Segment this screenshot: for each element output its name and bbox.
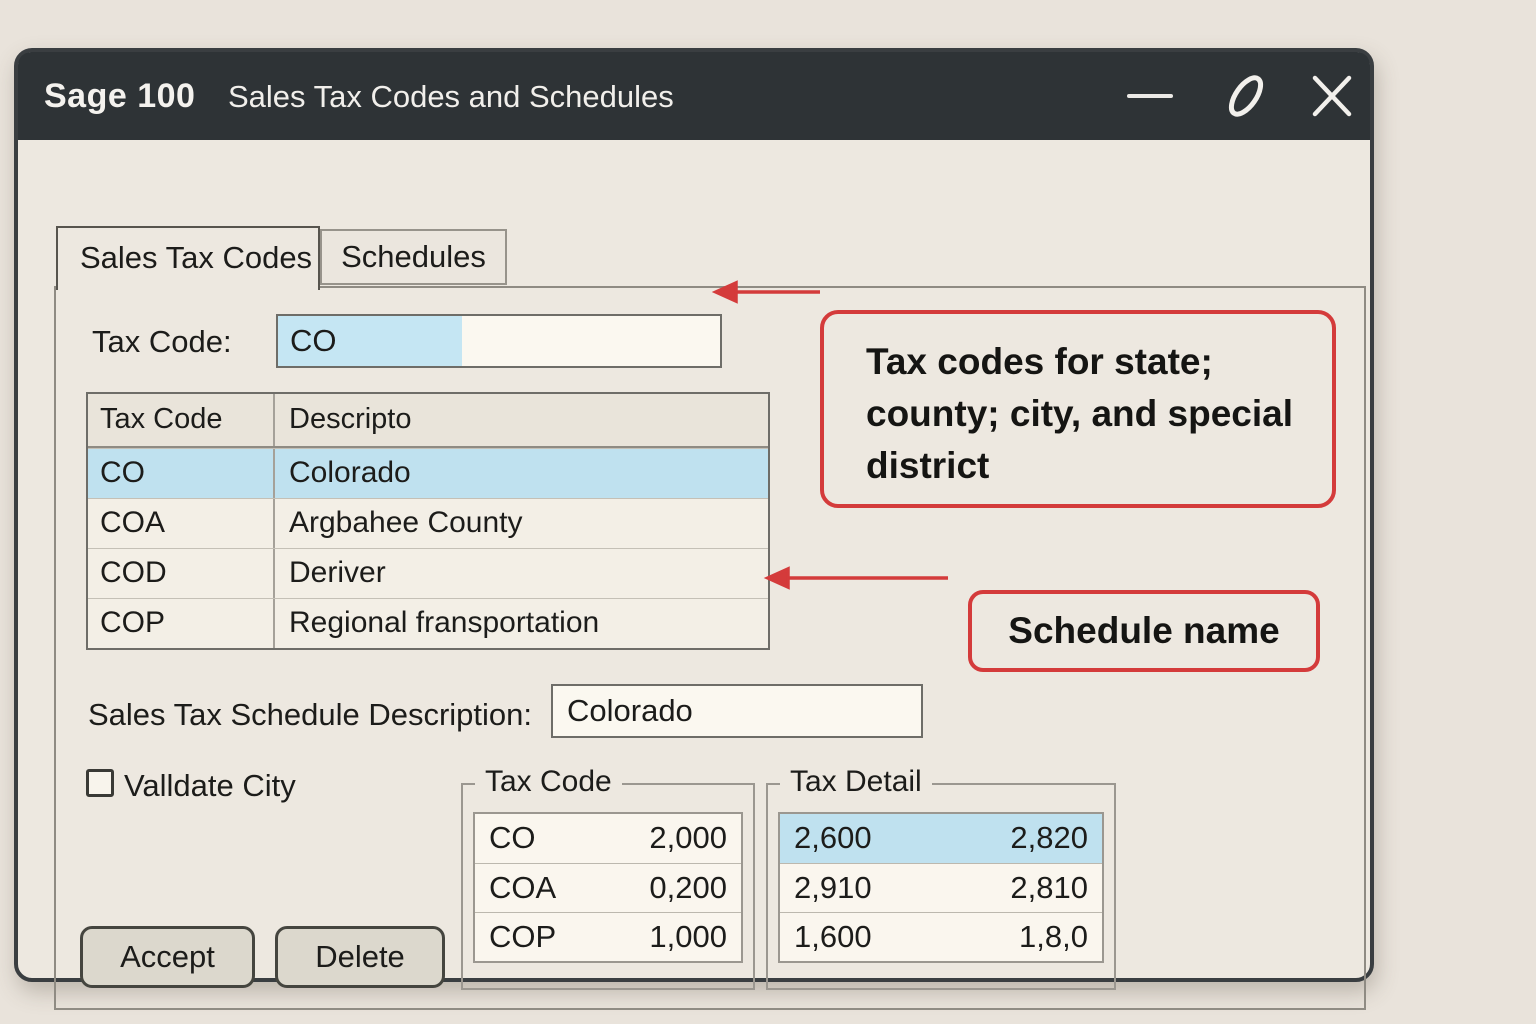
app-window: Sage 100 Sales Tax Codes and Schedules S…	[14, 48, 1374, 1010]
tab-schedules[interactable]: Schedules	[320, 229, 507, 285]
minimize-icon	[1127, 94, 1173, 98]
annotation-line: county; city, and special	[866, 393, 1293, 434]
cell-rate: 1,000	[649, 919, 727, 954]
list-item[interactable]: CO 2,000	[475, 814, 741, 863]
screenshot-stage: Sage 100 Sales Tax Codes and Schedules S…	[0, 0, 1536, 1024]
cell-description: Deriver	[289, 556, 386, 589]
cell-description: Argbahee County	[289, 506, 523, 539]
table-row[interactable]: COP Regional fransportation	[88, 598, 768, 648]
tax-codes-table: Tax Code Descripto CO Colorado COA Argba…	[86, 392, 770, 650]
column-header-description: Descripto	[289, 403, 412, 435]
tab-sales-tax-codes[interactable]: Sales Tax Codes	[56, 226, 320, 290]
accept-button[interactable]: Accept	[80, 926, 255, 988]
cell-value: 2,810	[1010, 870, 1088, 905]
table-row[interactable]: COD Deriver	[88, 548, 768, 598]
table-row[interactable]: CO Colorado	[88, 448, 768, 498]
tax-code-group: Tax Code CO 2,000 COA 0,200 COP 1,000	[461, 765, 755, 990]
tax-code-group-legend: Tax Code	[475, 765, 622, 799]
column-header-tax-code: Tax Code	[88, 394, 275, 446]
annotation-line: district	[866, 445, 990, 486]
window-title: Sales Tax Codes and Schedules	[228, 79, 674, 114]
tax-detail-group-legend: Tax Detail	[780, 765, 932, 799]
tax-code-rate-table: CO 2,000 COA 0,200 COP 1,000	[473, 812, 743, 963]
cell-value: 2,820	[1010, 820, 1088, 855]
table-row[interactable]: COA Argbahee County	[88, 498, 768, 548]
list-item[interactable]: 2,600 2,820	[780, 814, 1102, 863]
list-item[interactable]: COP 1,000	[475, 912, 741, 961]
cell-code: COP	[489, 919, 557, 954]
delete-button[interactable]: Delete	[275, 926, 445, 988]
cell-tax-code: COP	[88, 599, 275, 648]
cell-value: 1,600	[794, 919, 872, 954]
cell-value: 2,910	[794, 870, 872, 905]
tax-detail-table: 2,600 2,820 2,910 2,810 1,600 1,8,0	[778, 812, 1104, 963]
list-item[interactable]: 2,910 2,810	[780, 863, 1102, 912]
close-icon	[1312, 75, 1352, 117]
cell-value: 1,8,0	[1019, 919, 1088, 954]
annotation-line: Tax codes for state;	[866, 341, 1213, 382]
cell-rate: 0,200	[649, 870, 727, 905]
cell-code: COA	[489, 870, 557, 905]
edit-button[interactable]	[1210, 52, 1282, 140]
list-item[interactable]: 1,600 1,8,0	[780, 912, 1102, 961]
cell-tax-code: CO	[88, 449, 275, 498]
cell-value: 2,600	[794, 820, 872, 855]
cell-tax-code: COD	[88, 549, 275, 598]
title-bar: Sage 100 Sales Tax Codes and Schedules	[18, 52, 1370, 140]
annotation-tax-codes-callout: Tax codes for state; county; city, and s…	[820, 310, 1336, 508]
list-item[interactable]: COA 0,200	[475, 863, 741, 912]
close-button[interactable]	[1296, 52, 1368, 140]
pencil-icon	[1228, 75, 1264, 117]
cell-description: Colorado	[289, 456, 411, 489]
app-name: Sage 100	[44, 77, 196, 115]
cell-tax-code: COA	[88, 499, 275, 548]
annotation-schedule-name-callout: Schedule name	[968, 590, 1320, 672]
cell-description: Regional fransportation	[289, 606, 600, 639]
table-header-row: Tax Code Descripto	[88, 394, 768, 448]
cell-code: CO	[489, 820, 536, 855]
cell-rate: 2,000	[649, 820, 727, 855]
minimize-button[interactable]	[1114, 52, 1186, 140]
tax-detail-group: Tax Detail 2,600 2,820 2,910 2,810 1,600…	[766, 765, 1116, 990]
